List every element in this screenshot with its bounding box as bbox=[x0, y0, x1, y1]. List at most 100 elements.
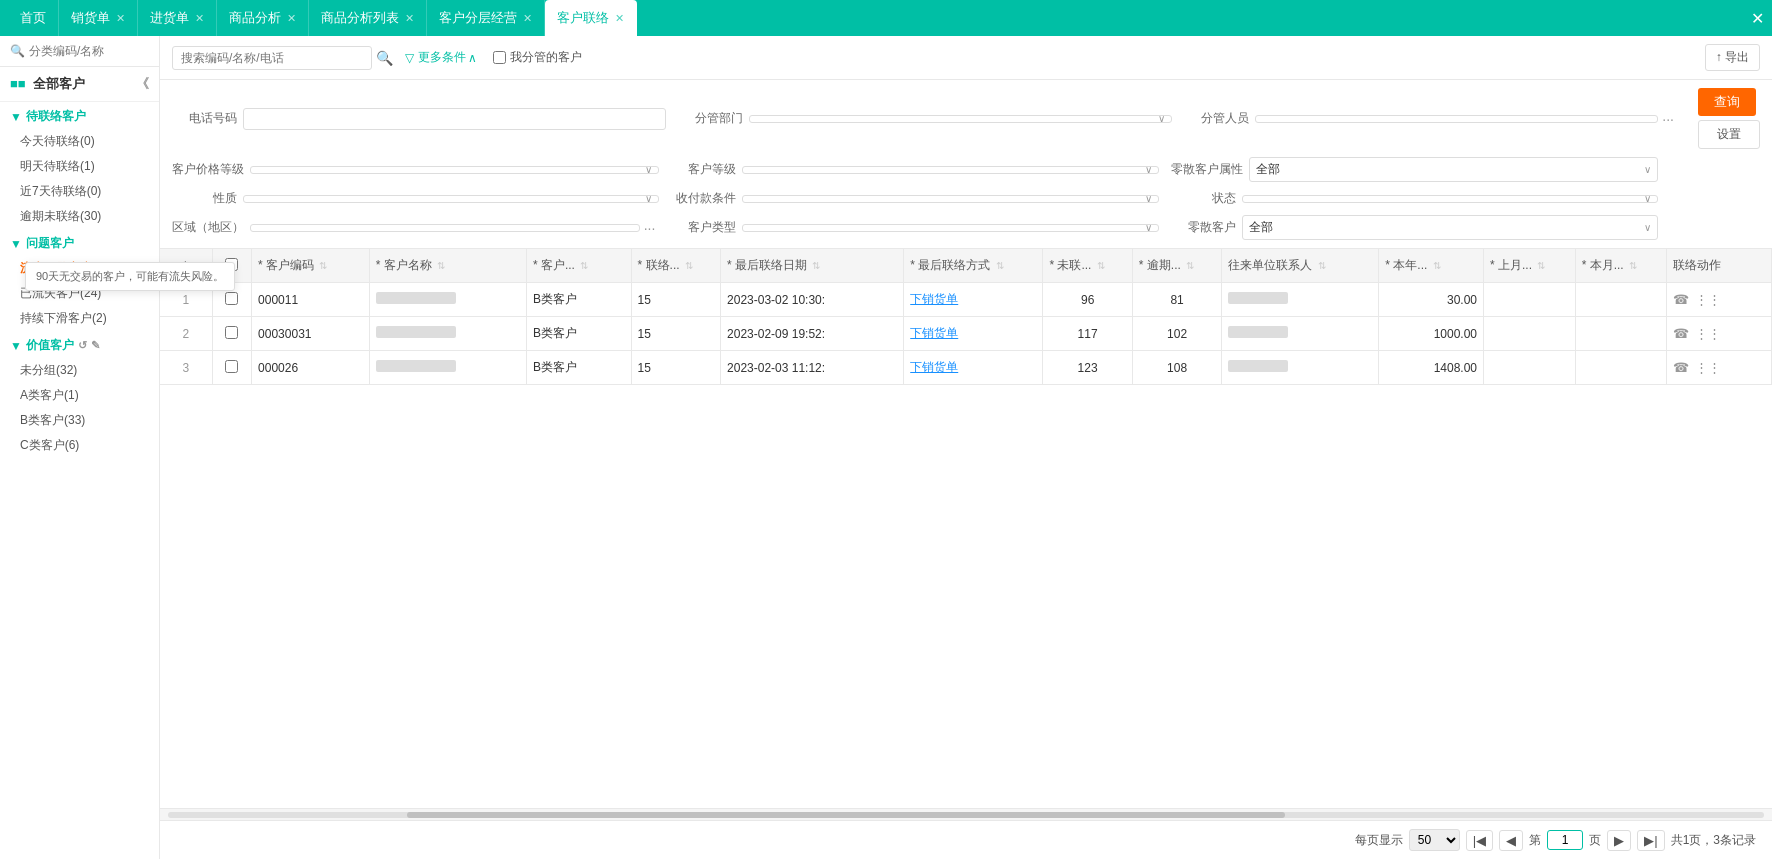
filter-select-region[interactable] bbox=[250, 224, 640, 232]
more-filters-button[interactable]: ▽ 更多条件 ∧ bbox=[405, 49, 477, 66]
tab-product-list[interactable]: 商品分析列表 ✕ bbox=[309, 0, 427, 36]
method-link[interactable]: 下销货单 bbox=[910, 326, 958, 340]
collapse-icon[interactable]: 《 bbox=[136, 75, 149, 93]
tab-sales[interactable]: 销货单 ✕ bbox=[59, 0, 138, 36]
scroll-thumb[interactable] bbox=[407, 812, 1285, 818]
sidebar-item-overdue-contact[interactable]: 逾期未联络(30) bbox=[0, 204, 159, 229]
page-number-input[interactable] bbox=[1547, 830, 1583, 850]
sort-icon[interactable]: ⇅ bbox=[996, 260, 1004, 271]
sort-icon[interactable]: ⇅ bbox=[1537, 260, 1545, 271]
filter-select-dept[interactable]: ∨ bbox=[749, 115, 1172, 123]
sort-icon[interactable]: ⇅ bbox=[685, 260, 693, 271]
sort-icon[interactable]: ⇅ bbox=[1318, 260, 1326, 271]
all-customers-label: ■■ 全部客户 bbox=[10, 75, 85, 93]
close-icon[interactable]: ✕ bbox=[523, 12, 532, 25]
filter-retail: 零散客户 全部 ∨ bbox=[1171, 215, 1658, 240]
tab-home[interactable]: 首页 bbox=[8, 0, 59, 36]
cell-last-method[interactable]: 下销货单 bbox=[904, 351, 1043, 385]
close-icon[interactable]: ✕ bbox=[195, 12, 204, 25]
close-icon[interactable]: ✕ bbox=[116, 12, 125, 25]
filter-select-status[interactable]: ∨ bbox=[1242, 195, 1658, 203]
filter-select-nature[interactable]: ∨ bbox=[243, 195, 659, 203]
filter-status: 状态 ∨ bbox=[1171, 190, 1658, 207]
sidebar-section-value[interactable]: ▼ 价值客户 ↺ ✎ bbox=[0, 331, 159, 358]
my-customers-checkbox[interactable] bbox=[493, 51, 506, 64]
cell-checkbox[interactable] bbox=[212, 317, 251, 351]
sidebar-item-declining[interactable]: 持续下滑客户(2) bbox=[0, 306, 159, 331]
tooltip-problem-customers: 90天无交易的客户，可能有流失风险。 bbox=[25, 262, 160, 291]
sidebar-item-7days[interactable]: 近7天待联络(0) bbox=[0, 179, 159, 204]
cell-company-contact bbox=[1222, 317, 1379, 351]
close-icon[interactable]: ✕ bbox=[615, 12, 624, 25]
contact-icon[interactable]: ☎ bbox=[1673, 360, 1689, 375]
sort-icon[interactable]: ⇅ bbox=[812, 260, 820, 271]
filter-select-retail-attr[interactable]: 全部 ∨ bbox=[1249, 157, 1658, 182]
edit-icon[interactable]: ✎ bbox=[91, 339, 100, 352]
sort-icon[interactable]: ⇅ bbox=[580, 260, 588, 271]
tab-product-analysis[interactable]: 商品分析 ✕ bbox=[217, 0, 309, 36]
tab-bar: 首页 销货单 ✕ 进货单 ✕ 商品分析 ✕ 商品分析列表 ✕ 客户分层经营 ✕ … bbox=[0, 0, 1772, 36]
more-action-icon[interactable]: ⋮⋮ bbox=[1695, 292, 1721, 307]
query-button[interactable]: 查询 bbox=[1698, 88, 1756, 116]
close-icon[interactable]: ✕ bbox=[287, 12, 296, 25]
sidebar-all-customers[interactable]: ■■ 全部客户 《 bbox=[0, 67, 159, 102]
sort-icon[interactable]: ⇅ bbox=[1629, 260, 1637, 271]
filter-select-cust-type[interactable]: ∨ bbox=[742, 224, 1158, 232]
cell-checkbox[interactable] bbox=[212, 351, 251, 385]
sort-icon[interactable]: ⇅ bbox=[437, 260, 445, 271]
sidebar-search-input[interactable] bbox=[29, 44, 149, 58]
region-dots-button[interactable]: ··· bbox=[640, 220, 660, 236]
filter-input-phone[interactable] bbox=[243, 108, 666, 130]
sort-icon[interactable]: ⇅ bbox=[1433, 260, 1441, 271]
cell-action: ☎ ⋮⋮ bbox=[1667, 317, 1772, 351]
filter-select-retail[interactable]: 全部 ∨ bbox=[1242, 215, 1658, 240]
tab-purchase[interactable]: 进货单 ✕ bbox=[138, 0, 217, 36]
filter-select-price[interactable]: ∨ bbox=[250, 166, 659, 174]
sidebar-item-ungroup[interactable]: 未分组(32) bbox=[0, 358, 159, 383]
tab-customer-contact[interactable]: 客户联络 ✕ bbox=[545, 0, 637, 36]
manager-dots-button[interactable]: ··· bbox=[1658, 111, 1678, 127]
refresh-icon[interactable]: ↺ bbox=[78, 339, 87, 352]
horizontal-scrollbar[interactable] bbox=[160, 808, 1772, 820]
sidebar-item-class-a[interactable]: A类客户(1) bbox=[0, 383, 159, 408]
sort-icon[interactable]: ⇅ bbox=[1186, 260, 1194, 271]
search-button[interactable]: 🔍 bbox=[376, 50, 393, 66]
last-page-button[interactable]: ▶| bbox=[1637, 830, 1664, 851]
search-input[interactable] bbox=[172, 46, 372, 70]
contact-icon[interactable]: ☎ bbox=[1673, 326, 1689, 341]
sidebar-item-today[interactable]: 今天待联络(0) bbox=[0, 129, 159, 154]
sidebar-item-class-b[interactable]: B类客户(33) bbox=[0, 408, 159, 433]
cell-overdue: 102 bbox=[1132, 317, 1221, 351]
col-header-last-date: * 最后联络日期 ⇅ bbox=[721, 249, 904, 283]
tab-customer-tier[interactable]: 客户分层经营 ✕ bbox=[427, 0, 545, 36]
cell-last-date: 2023-03-02 10:30: bbox=[721, 283, 904, 317]
filter-select-manager[interactable] bbox=[1255, 115, 1658, 123]
settings-button[interactable]: 设置 bbox=[1698, 120, 1760, 149]
method-link[interactable]: 下销货单 bbox=[910, 292, 958, 306]
col-header-contact: * 联络... ⇅ bbox=[631, 249, 720, 283]
contact-icon[interactable]: ☎ bbox=[1673, 292, 1689, 307]
sort-icon[interactable]: ⇅ bbox=[319, 260, 327, 271]
window-close-button[interactable]: ✕ bbox=[1751, 9, 1764, 28]
sidebar-item-tomorrow[interactable]: 明天待联络(1) bbox=[0, 154, 159, 179]
sort-icon[interactable]: ⇅ bbox=[1097, 260, 1105, 271]
first-page-button[interactable]: |◀ bbox=[1466, 830, 1493, 851]
per-page-select[interactable]: 50 100 200 bbox=[1409, 829, 1460, 851]
more-action-icon[interactable]: ⋮⋮ bbox=[1695, 326, 1721, 341]
method-link[interactable]: 下销货单 bbox=[910, 360, 958, 374]
filter-select-cust-level[interactable]: ∨ bbox=[742, 166, 1158, 174]
close-icon[interactable]: ✕ bbox=[405, 12, 414, 25]
total-records: 共1页，3条记录 bbox=[1671, 832, 1756, 849]
cell-last-method[interactable]: 下销货单 bbox=[904, 283, 1043, 317]
my-customers-checkbox-label[interactable]: 我分管的客户 bbox=[493, 49, 582, 66]
sidebar-section-problem[interactable]: ▼ 问题客户 bbox=[0, 229, 159, 256]
more-action-icon[interactable]: ⋮⋮ bbox=[1695, 360, 1721, 375]
sidebar-section-pending[interactable]: ▼ 待联络客户 bbox=[0, 102, 159, 129]
filter-select-payment[interactable]: ∨ bbox=[742, 195, 1158, 203]
export-button[interactable]: ↑ 导出 bbox=[1705, 44, 1760, 71]
cell-name bbox=[369, 351, 526, 385]
prev-page-button[interactable]: ◀ bbox=[1499, 830, 1523, 851]
next-page-button[interactable]: ▶ bbox=[1607, 830, 1631, 851]
sidebar-item-class-c[interactable]: C类客户(6) bbox=[0, 433, 159, 458]
cell-last-method[interactable]: 下销货单 bbox=[904, 317, 1043, 351]
